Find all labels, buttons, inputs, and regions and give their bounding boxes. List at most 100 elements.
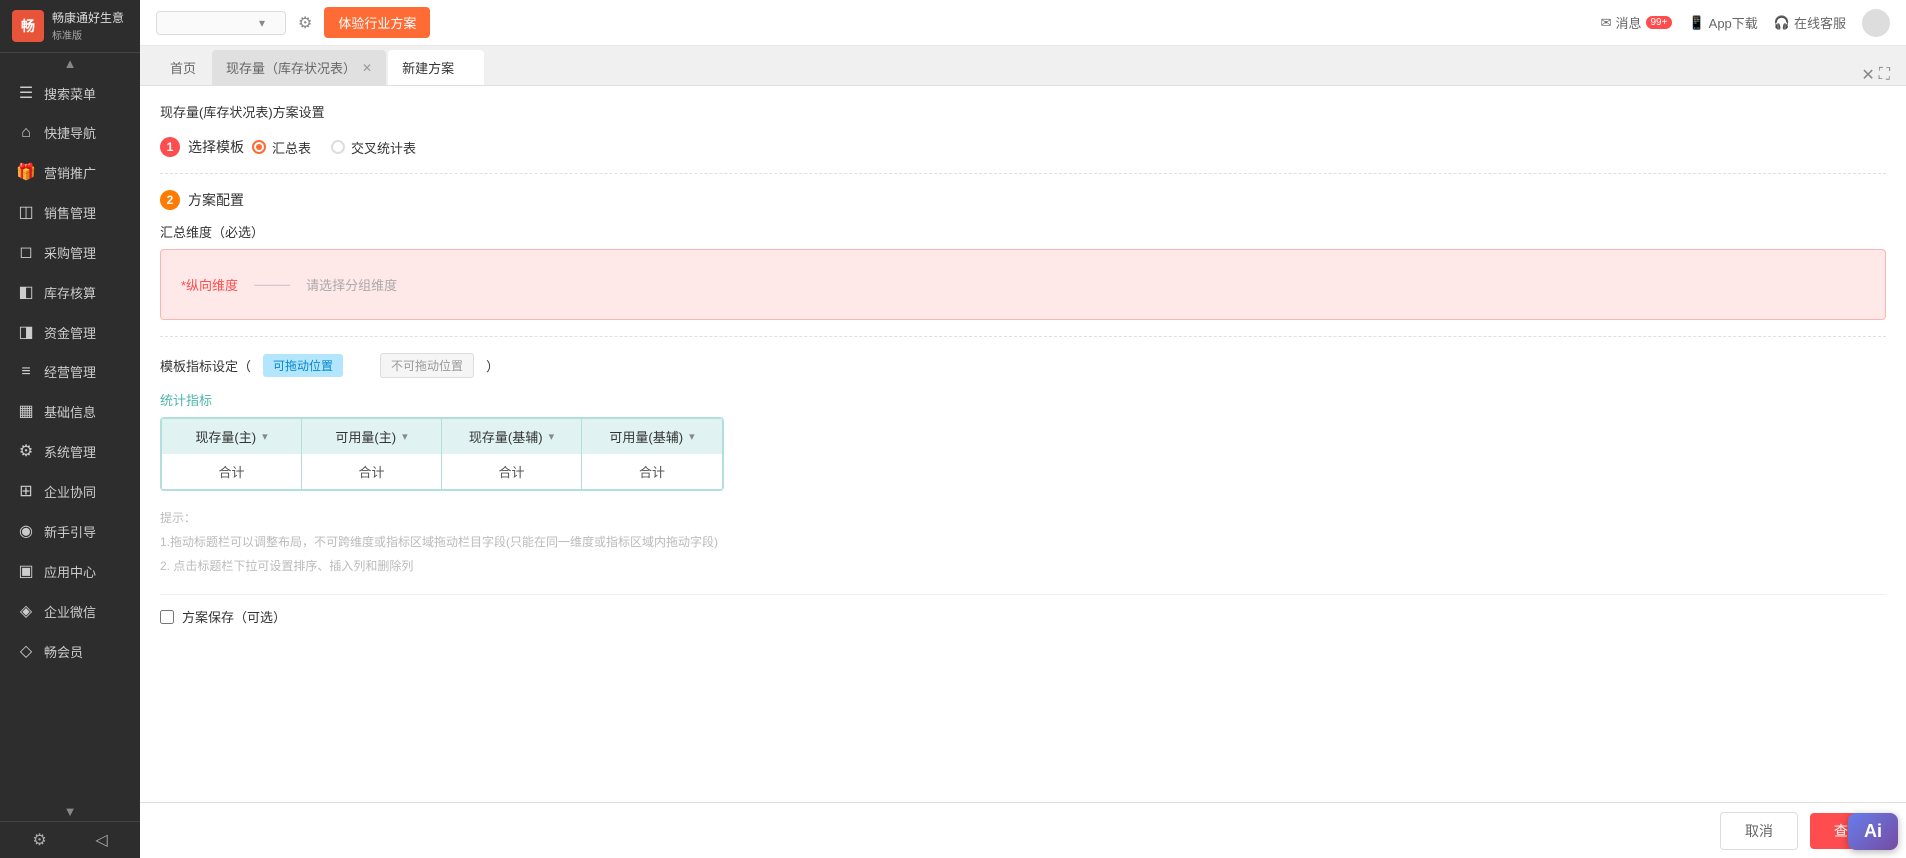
section-scheme-config: 2 方案配置 汇总维度（必选） *纵向维度 —— 请选择分组维度 模板指标设定（… [160, 190, 1886, 578]
chevron-down-icon-4: ▾ [689, 430, 695, 443]
system-icon: ⚙ [16, 441, 36, 461]
sidebar-item-label: 新手引导 [44, 522, 96, 541]
section1-header: 1 选择模板 汇总表 交叉统计表 [160, 137, 1886, 157]
indicator-settings-row: 模板指标设定（ 可拖动位置 不可拖动位置 ） [160, 353, 1886, 378]
sidebar-item-label: 企业协同 [44, 482, 96, 501]
dimension-label: 汇总维度（必选） [160, 222, 1886, 241]
sidebar-item-wechat[interactable]: ◈ 企业微信 [0, 591, 140, 631]
headset-icon: 🎧 [1774, 15, 1790, 31]
cancel-button[interactable]: 取消 [1720, 812, 1798, 850]
basic-info-icon: ▦ [16, 401, 36, 421]
save-option-checkbox[interactable] [160, 610, 174, 624]
topbar: ▾ ⚙ 体验行业方案 ✉ 消息 99+ 📱 App下载 🎧 在线客服 [140, 0, 1906, 46]
sidebar-scroll-up[interactable]: ▲ [0, 53, 140, 73]
topbar-search-box[interactable]: ▾ [156, 11, 286, 35]
sidebar-item-basic-info[interactable]: ▦ 基础信息 [0, 391, 140, 431]
stats-table-row: 合计 合计 合计 合计 [161, 454, 723, 490]
sidebar-item-label: 企业微信 [44, 602, 96, 621]
sidebar-item-label: 畅会员 [44, 642, 83, 661]
member-icon: ◇ [16, 641, 36, 661]
online-service-label: 在线客服 [1794, 13, 1846, 32]
chevron-down-icon-3: ▾ [549, 430, 555, 443]
tab-close-all-icon[interactable]: ✕ [1861, 65, 1874, 85]
radio-cross-circle [331, 140, 345, 154]
stats-col-header-2[interactable]: 可用量(主) ▾ [302, 419, 442, 454]
trial-button[interactable]: 体验行业方案 [324, 7, 430, 38]
section-divider-1 [160, 173, 1886, 174]
sidebar-item-label: 基础信息 [44, 402, 96, 421]
tab-inventory-close-icon[interactable]: ✕ [362, 61, 372, 75]
stats-cell-3: 合计 [442, 454, 582, 489]
stats-col3-label: 现存量(基辅) [469, 427, 543, 446]
message-badge: 99+ [1646, 16, 1673, 29]
template-summary-label: 汇总表 [272, 138, 311, 157]
sidebar-bottom: ⚙ ◁ [0, 821, 140, 858]
sidebar-item-app-center[interactable]: ▣ 应用中心 [0, 551, 140, 591]
user-avatar[interactable] [1862, 9, 1890, 37]
sidebar-item-enterprise[interactable]: ⊞ 企业协同 [0, 471, 140, 511]
stats-col-header-3[interactable]: 现存量(基辅) ▾ [442, 419, 582, 454]
search-input[interactable] [165, 16, 255, 30]
tab-inventory-status[interactable]: 现存量（库存状况表） ✕ [212, 50, 386, 85]
template-option-summary[interactable]: 汇总表 [252, 138, 311, 157]
sound-btn[interactable]: ◁ [95, 830, 107, 850]
section1-title: 选择模板 [188, 137, 244, 157]
sidebar-item-operations[interactable]: ≡ 经营管理 [0, 352, 140, 391]
chevron-down-icon-2: ▾ [402, 430, 408, 443]
sidebar-item-finance[interactable]: ◨ 资金管理 [0, 312, 140, 352]
indicator-fixed-tag: 不可拖动位置 [380, 353, 474, 378]
online-service-item[interactable]: 🎧 在线客服 [1774, 13, 1846, 32]
settings-btn[interactable]: ⚙ [32, 830, 46, 850]
tips-title: 提示： [160, 511, 196, 525]
tab-new-scheme-close-icon[interactable]: ✕ [460, 61, 470, 75]
sidebar-item-member[interactable]: ◇ 畅会员 [0, 631, 140, 671]
stats-col4-label: 可用量(基辅) [609, 427, 683, 446]
message-item[interactable]: ✉ 消息 99+ [1601, 13, 1673, 32]
topbar-settings-icon[interactable]: ⚙ [298, 13, 312, 33]
sidebar-item-inventory[interactable]: ◧ 库存核算 [0, 272, 140, 312]
sidebar-item-label: 系统管理 [44, 442, 96, 461]
sidebar-item-label: 采购管理 [44, 243, 96, 262]
sidebar-item-label: 销售管理 [44, 203, 96, 222]
content-area: 现存量(库存状况表)方案设置 1 选择模板 汇总表 交叉统计表 [140, 86, 1906, 802]
sidebar-item-label: 库存核算 [44, 283, 96, 302]
sidebar-item-system[interactable]: ⚙ 系统管理 [0, 431, 140, 471]
template-option-cross[interactable]: 交叉统计表 [331, 138, 416, 157]
sidebar-item-label: 营销推广 [44, 163, 96, 182]
sidebar-item-label: 应用中心 [44, 562, 96, 581]
sidebar-item-label: 资金管理 [44, 323, 96, 342]
dimension-placeholder-text: 请选择分组维度 [306, 275, 397, 294]
tab-expand-icon[interactable]: ⛶ [1879, 66, 1890, 84]
sidebar-scroll-down[interactable]: ▼ [0, 801, 140, 821]
save-option-row: 方案保存（可选） [160, 594, 1886, 638]
stats-table-section: 统计指标 现存量(主) ▾ 可用量(主) ▾ 现存量(基辅) [160, 390, 1886, 494]
stats-cell-2: 合计 [302, 454, 442, 489]
sidebar-item-quick-nav[interactable]: ⌂ 快捷导航 [0, 113, 140, 152]
sidebar-item-marketing[interactable]: 🎁 营销推广 [0, 152, 140, 192]
gift-icon: 🎁 [16, 162, 36, 182]
dimension-box[interactable]: *纵向维度 —— 请选择分组维度 [160, 249, 1886, 320]
tab-home[interactable]: 首页 [156, 50, 210, 85]
sidebar-item-sales[interactable]: ◫ 销售管理 [0, 192, 140, 232]
stats-col-header-1[interactable]: 现存量(主) ▾ [162, 419, 302, 454]
sidebar-item-label: 搜索菜单 [44, 84, 96, 103]
sidebar-item-purchase[interactable]: ◻ 采购管理 [0, 232, 140, 272]
sidebar-item-search-menu[interactable]: ☰ 搜索菜单 [0, 73, 140, 113]
tab-new-scheme[interactable]: 新建方案 ✕ [388, 50, 484, 85]
sidebar-item-label: 经营管理 [44, 362, 96, 381]
ai-fab-button[interactable]: Ai [1848, 813, 1898, 850]
message-icon: ✉ [1601, 15, 1612, 31]
topbar-right: ✉ 消息 99+ 📱 App下载 🎧 在线客服 [1601, 9, 1890, 37]
stats-col1-label: 现存量(主) [195, 427, 256, 446]
operations-icon: ≡ [16, 363, 36, 381]
tip-1: 1.拖动标题栏可以调整布局，不可跨维度或指标区域拖动栏目字段(只能在同一维度或指… [160, 530, 1886, 554]
home-icon: ⌂ [16, 124, 36, 142]
purchase-icon: ◻ [16, 242, 36, 262]
stats-col-header-4[interactable]: 可用量(基辅) ▾ [582, 419, 722, 454]
template-options: 汇总表 交叉统计表 [252, 138, 416, 157]
sidebar-item-newbie[interactable]: ◉ 新手引导 [0, 511, 140, 551]
tab-new-scheme-label: 新建方案 [402, 58, 454, 77]
app-download-item[interactable]: 📱 App下载 [1688, 13, 1757, 32]
search-dropdown-icon[interactable]: ▾ [259, 16, 265, 30]
message-label: 消息 [1615, 13, 1641, 32]
